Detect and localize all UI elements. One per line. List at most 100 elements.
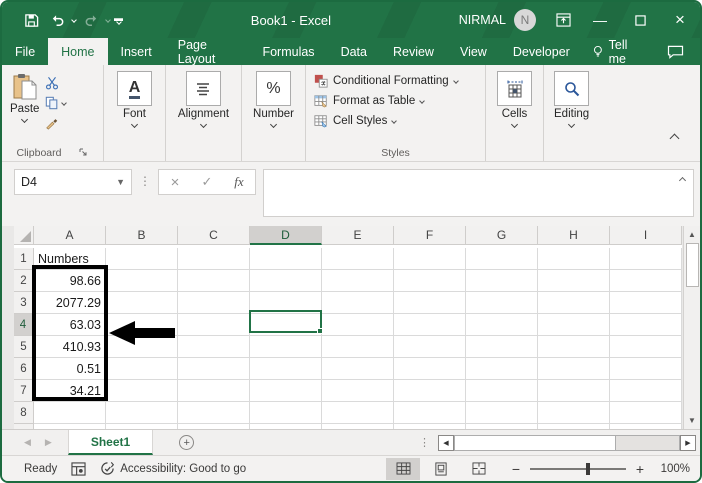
expand-formula-bar-icon[interactable] (678, 176, 687, 185)
normal-view-button[interactable] (386, 457, 420, 480)
cell-F1[interactable] (394, 248, 466, 270)
accessibility-status[interactable]: Accessibility: Good to go (100, 461, 246, 476)
cell-C8[interactable] (178, 402, 250, 424)
cell-A7[interactable]: 34.21 (34, 380, 106, 402)
cell-B6[interactable] (106, 358, 178, 380)
horizontal-scroll-thumb[interactable] (455, 435, 617, 450)
row-header-3[interactable]: 3 (14, 292, 34, 314)
tab-data[interactable]: Data (328, 38, 380, 65)
zoom-level[interactable]: 100% (654, 463, 690, 475)
cell-E7[interactable] (322, 380, 394, 402)
cell-I4[interactable] (610, 314, 682, 336)
cell-E8[interactable] (322, 402, 394, 424)
column-header-B[interactable]: B (106, 226, 178, 245)
ribbon-display-options-icon[interactable] (546, 5, 580, 35)
cell-H9[interactable] (538, 424, 610, 429)
fill-handle[interactable] (317, 328, 323, 334)
cell-I8[interactable] (610, 402, 682, 424)
tab-file[interactable]: File (2, 38, 48, 65)
cell-E5[interactable] (322, 336, 394, 358)
cell-F2[interactable] (394, 270, 466, 292)
alignment-button[interactable]: Alignment (178, 71, 229, 129)
cell-B3[interactable] (106, 292, 178, 314)
cell-G4[interactable] (466, 314, 538, 336)
name-box[interactable]: D4 ▼ (14, 169, 132, 195)
collapse-ribbon-icon[interactable] (657, 133, 692, 144)
format-painter-button[interactable] (45, 115, 66, 130)
conditional-formatting-button[interactable]: Conditional Formatting (314, 73, 459, 89)
copy-button[interactable] (45, 95, 68, 110)
cell-C3[interactable] (178, 292, 250, 314)
cell-D2[interactable] (250, 270, 322, 292)
cell-A3[interactable]: 2077.29 (34, 292, 106, 314)
cell-B1[interactable] (106, 248, 178, 270)
column-header-E[interactable]: E (322, 226, 394, 245)
cells-button[interactable]: Cells (497, 71, 532, 129)
tab-page-layout[interactable]: Page Layout (165, 38, 250, 66)
tab-formulas[interactable]: Formulas (249, 38, 327, 65)
cell-B7[interactable] (106, 380, 178, 402)
cell-I3[interactable] (610, 292, 682, 314)
select-all-corner[interactable] (14, 226, 34, 245)
tab-home[interactable]: Home (48, 38, 108, 65)
column-header-I[interactable]: I (610, 226, 682, 245)
cell-H1[interactable] (538, 248, 610, 270)
sheet-tab-sheet1[interactable]: Sheet1 (67, 430, 154, 455)
column-header-H[interactable]: H (538, 226, 610, 245)
name-box-dropdown-icon[interactable]: ▼ (116, 177, 125, 187)
zoom-slider[interactable] (530, 462, 626, 475)
next-sheet-icon[interactable]: ▶ (45, 437, 52, 448)
cell-D9[interactable] (250, 424, 322, 429)
cell-I1[interactable] (610, 248, 682, 270)
cell-B2[interactable] (106, 270, 178, 292)
cell-B4[interactable] (106, 314, 178, 336)
scroll-right-icon[interactable]: ▶ (680, 434, 696, 451)
row-header-8[interactable]: 8 (14, 402, 34, 424)
cell-H8[interactable] (538, 402, 610, 424)
cut-button[interactable] (45, 75, 66, 90)
tab-review[interactable]: Review (380, 38, 447, 65)
insert-function-icon[interactable]: fx (223, 170, 255, 194)
cell-B5[interactable] (106, 336, 178, 358)
cell-C6[interactable] (178, 358, 250, 380)
row-header-1[interactable]: 1 (14, 248, 34, 270)
cell-E4[interactable] (322, 314, 394, 336)
row-header-6[interactable]: 6 (14, 358, 34, 380)
cell-D6[interactable] (250, 358, 322, 380)
cell-G6[interactable] (466, 358, 538, 380)
zoom-out-button[interactable]: − (510, 461, 522, 477)
cancel-icon[interactable]: × (159, 170, 191, 194)
column-header-G[interactable]: G (466, 226, 538, 245)
scroll-up-icon[interactable]: ▲ (684, 226, 700, 243)
close-button[interactable]: × (660, 5, 700, 35)
cell-F6[interactable] (394, 358, 466, 380)
macro-record-icon[interactable] (71, 461, 86, 476)
maximize-button[interactable] (620, 5, 660, 35)
new-sheet-button[interactable]: + (153, 430, 220, 455)
save-icon[interactable] (20, 9, 42, 31)
row-header-2[interactable]: 2 (14, 270, 34, 292)
tab-insert[interactable]: Insert (108, 38, 165, 65)
cell-F3[interactable] (394, 292, 466, 314)
row-header-4[interactable]: 4 (14, 314, 34, 336)
cell-F9[interactable] (394, 424, 466, 429)
cell-B9[interactable] (106, 424, 178, 429)
cell-A8[interactable] (34, 402, 106, 424)
account-area[interactable]: NIRMAL N (459, 9, 536, 31)
paste-button[interactable]: Paste (10, 71, 39, 124)
cell-F4[interactable] (394, 314, 466, 336)
undo-icon[interactable] (46, 9, 68, 31)
horizontal-scrollbar[interactable]: ◀ ▶ (438, 430, 696, 455)
formula-input[interactable] (263, 169, 694, 217)
cell-H3[interactable] (538, 292, 610, 314)
column-header-D[interactable]: D (250, 226, 322, 245)
format-as-table-button[interactable]: Format as Table (314, 93, 458, 109)
cell-D8[interactable] (250, 402, 322, 424)
cell-H4[interactable] (538, 314, 610, 336)
avatar[interactable]: N (514, 9, 536, 31)
row-header-7[interactable]: 7 (14, 380, 34, 402)
page-layout-view-button[interactable] (424, 458, 458, 480)
undo-dropdown-icon[interactable] (71, 17, 77, 23)
clipboard-dialog-launcher-icon[interactable] (79, 148, 88, 157)
cell-C9[interactable] (178, 424, 250, 429)
